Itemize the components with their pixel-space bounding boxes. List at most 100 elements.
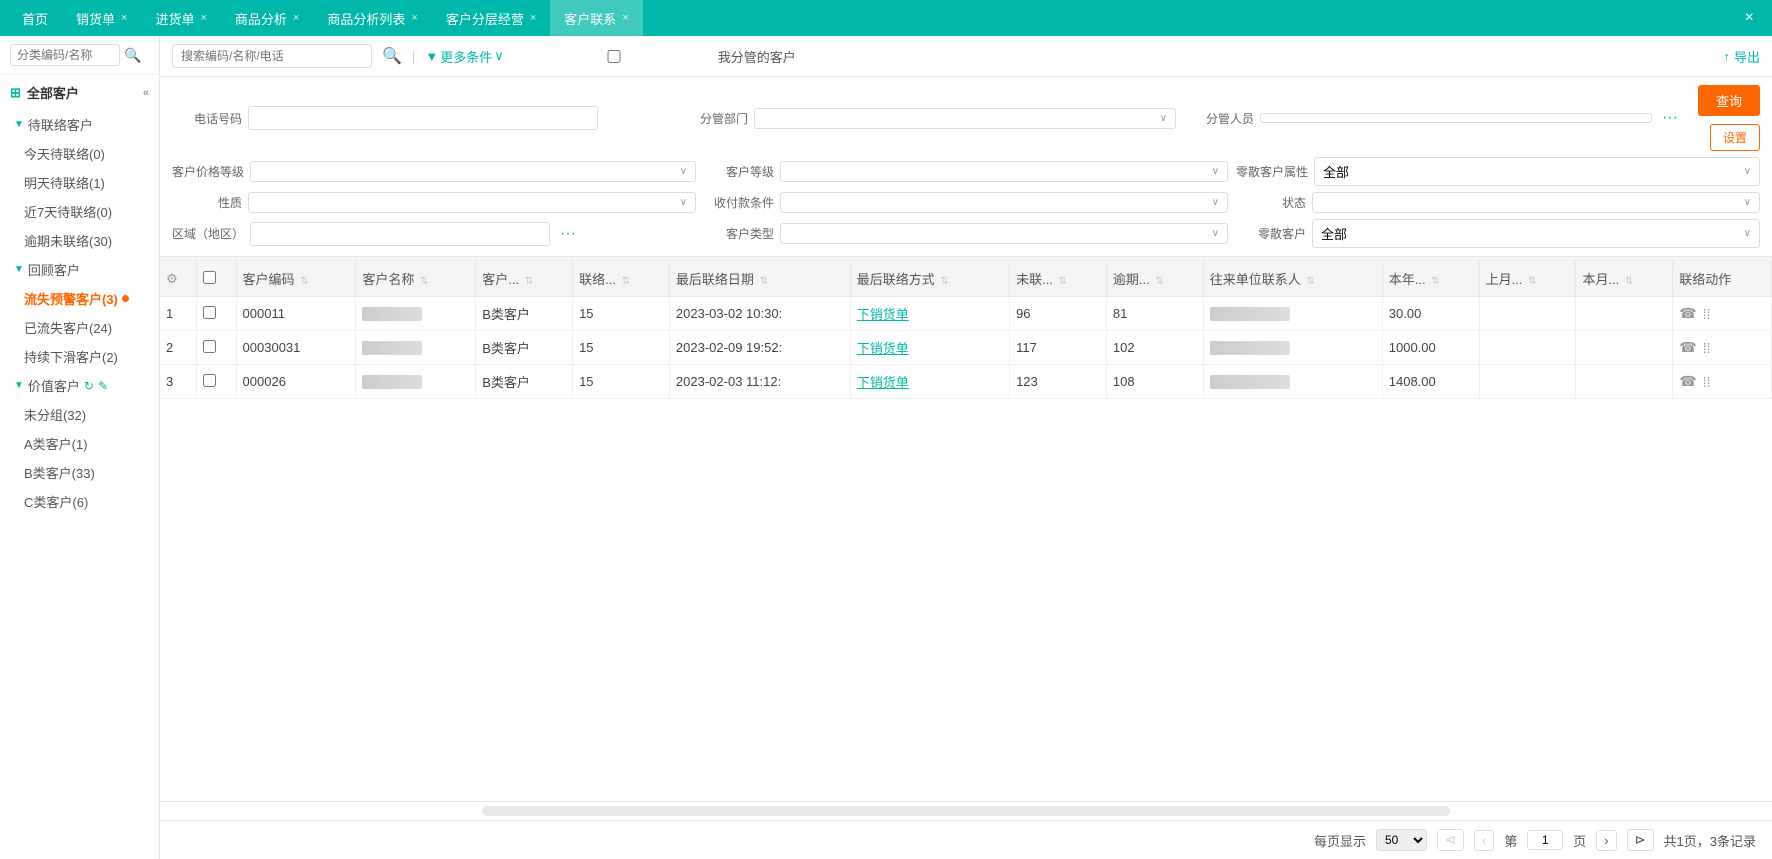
customer-type-select[interactable]: ∨ xyxy=(780,223,1228,244)
horizontal-scrollbar[interactable] xyxy=(482,806,1449,816)
sidebar-item-class-a[interactable]: A类客户(1) xyxy=(0,429,159,458)
col-last-method[interactable]: 最后联络方式 ⇅ xyxy=(850,261,1009,297)
last-method-link-2[interactable]: 下销货单 xyxy=(857,341,909,356)
phone-input[interactable] xyxy=(248,106,598,130)
tab-customer-layer[interactable]: 客户分层经营 × xyxy=(432,0,550,36)
tab-product-list[interactable]: 商品分析列表 × xyxy=(313,0,431,36)
zero-customer-select[interactable]: 全部 ∨ xyxy=(1312,219,1760,248)
sidebar-group-value[interactable]: ▼ 价值客户 ↻ ✎ xyxy=(0,371,159,400)
sidebar-item-class-b[interactable]: B类客户(33) xyxy=(0,458,159,487)
sidebar-group-review[interactable]: ▼ 回顾客户 90天未交易的客户，可能有流失风险。 xyxy=(0,255,159,284)
main-content: 🔍 | ▼ 更多条件 ∨ 我分管的客户 ↑ 导出 电话号码 xyxy=(160,36,1772,859)
sidebar-item-class-c[interactable]: C类客户(6) xyxy=(0,487,159,516)
grid-icon: ⊞ xyxy=(10,85,21,101)
tab-sales[interactable]: 销货单 × xyxy=(62,0,141,36)
close-all-button[interactable]: × xyxy=(1735,9,1764,27)
col-code[interactable]: 客户编码 ⇅ xyxy=(236,261,356,297)
sidebar-item-today[interactable]: 今天待联络(0) xyxy=(0,139,159,168)
col-year[interactable]: 本年... ⇅ xyxy=(1382,261,1479,297)
next-page-button[interactable]: › xyxy=(1596,830,1616,851)
settings-button[interactable]: 设置 xyxy=(1710,124,1760,151)
contact-icon-3[interactable]: ☎ xyxy=(1679,373,1696,390)
sidebar-item-overdue[interactable]: 逾期未联络(30) xyxy=(0,226,159,255)
sort-code-icon: ⇅ xyxy=(300,276,308,287)
tab-customer-layer-close[interactable]: × xyxy=(530,12,536,24)
row-checkbox-3[interactable] xyxy=(203,374,216,387)
col-last-month[interactable]: 上月... ⇅ xyxy=(1479,261,1576,297)
tab-product-list-close[interactable]: × xyxy=(411,12,417,24)
tab-customer-contact-close[interactable]: × xyxy=(622,12,628,24)
filter-field-zero-customer: 零散客户 全部 ∨ xyxy=(1236,219,1760,248)
search-input[interactable] xyxy=(172,44,372,68)
blurred-name-3 xyxy=(362,375,422,389)
sidebar-item-churned[interactable]: 已流失客户(24) xyxy=(0,313,159,342)
sidebar-item-ungrouped[interactable]: 未分组(32) xyxy=(0,400,159,429)
area-dots-icon[interactable]: ··· xyxy=(556,225,580,243)
sidebar-all-customers[interactable]: ⊞ 全部客户 « xyxy=(0,75,159,110)
cell-last-date-2: 2023-02-09 19:52: xyxy=(669,331,850,365)
row-checkbox-2[interactable] xyxy=(203,340,216,353)
last-page-button[interactable]: ⊳ xyxy=(1627,829,1654,851)
tab-customer-contact[interactable]: 客户联系 × xyxy=(550,0,642,36)
search-button[interactable]: 🔍 xyxy=(382,46,402,66)
customer-level-select[interactable]: ∨ xyxy=(780,161,1228,182)
col-last-date[interactable]: 最后联络日期 ⇅ xyxy=(669,261,850,297)
tab-purchase[interactable]: 进货单 × xyxy=(141,0,220,36)
dept-select[interactable]: ∨ xyxy=(754,108,1176,129)
cell-contact-3: 15 xyxy=(573,365,670,399)
nature-select[interactable]: ∨ xyxy=(248,192,696,213)
per-page-select[interactable]: 50 100 200 xyxy=(1376,829,1427,851)
person-dots-icon[interactable]: ··· xyxy=(1658,109,1682,127)
sidebar-group-pending[interactable]: ▼ 待联络客户 xyxy=(0,110,159,139)
cell-this-month-1 xyxy=(1576,297,1673,331)
tab-product-analysis[interactable]: 商品分析 × xyxy=(221,0,313,36)
more-conditions-button[interactable]: ▼ 更多条件 ∨ xyxy=(425,47,503,66)
row-checkbox-1[interactable] xyxy=(203,306,216,319)
cell-unit-contact-2 xyxy=(1203,331,1382,365)
prev-page-button[interactable]: ‹ xyxy=(1474,830,1494,851)
tab-product-analysis-close[interactable]: × xyxy=(293,12,299,24)
col-name[interactable]: 客户名称 ⇅ xyxy=(356,261,476,297)
tab-purchase-close[interactable]: × xyxy=(200,12,206,24)
cell-uncontact-2: 117 xyxy=(1010,331,1107,365)
refresh-icon[interactable]: ↻ xyxy=(84,379,94,393)
first-page-button[interactable]: ⊲ xyxy=(1437,829,1464,851)
last-method-link-3[interactable]: 下销货单 xyxy=(857,375,909,390)
price-level-select[interactable]: ∨ xyxy=(250,161,696,182)
sidebar-search-input[interactable] xyxy=(10,44,120,66)
sidebar-item-declining[interactable]: 持续下滑客户(2) xyxy=(0,342,159,371)
col-overdue[interactable]: 逾期... ⇅ xyxy=(1106,261,1203,297)
payment-select[interactable]: ∨ xyxy=(780,192,1228,213)
col-contact[interactable]: 联络... ⇅ xyxy=(573,261,670,297)
export-button[interactable]: ↑ 导出 xyxy=(1723,47,1760,66)
sidebar-item-tomorrow[interactable]: 明天待联络(1) xyxy=(0,168,159,197)
status-select[interactable]: ∨ xyxy=(1312,192,1760,213)
settings-icon[interactable]: ⚙ xyxy=(166,271,178,287)
tab-sales-close[interactable]: × xyxy=(121,12,127,24)
col-uncontact[interactable]: 未联... ⇅ xyxy=(1010,261,1107,297)
col-this-month[interactable]: 本月... ⇅ xyxy=(1576,261,1673,297)
edit-icon[interactable]: ✎ xyxy=(98,379,108,393)
more-action-icon-3[interactable]: ⁞⁞ xyxy=(1703,374,1711,390)
tab-home[interactable]: 首页 xyxy=(8,0,62,36)
more-action-icon-1[interactable]: ⁞⁞ xyxy=(1703,306,1711,322)
last-method-link-1[interactable]: 下销货单 xyxy=(857,307,909,322)
sidebar-item-7days[interactable]: 近7天待联络(0) xyxy=(0,197,159,226)
select-all-checkbox[interactable] xyxy=(203,271,216,284)
sidebar-item-churn-warning[interactable]: 流失预警客户(3) xyxy=(0,284,159,313)
contact-icon-2[interactable]: ☎ xyxy=(1679,339,1696,356)
contact-icon-1[interactable]: ☎ xyxy=(1679,305,1696,322)
query-button[interactable]: 查询 xyxy=(1698,85,1760,116)
sidebar-search-icon[interactable]: 🔍 xyxy=(124,47,141,64)
sidebar-search-bar: 🔍 xyxy=(0,36,159,75)
cell-last-date-3: 2023-02-03 11:12: xyxy=(669,365,850,399)
my-customers-checkbox-label[interactable]: 我分管的客户 xyxy=(514,47,796,66)
zero-attr-select[interactable]: 全部 ∨ xyxy=(1314,157,1760,186)
my-customers-checkbox[interactable] xyxy=(514,50,714,63)
page-input[interactable] xyxy=(1527,830,1563,850)
col-unit-contact[interactable]: 往来单位联系人 ⇅ xyxy=(1203,261,1382,297)
person-select[interactable] xyxy=(1260,113,1652,123)
more-action-icon-2[interactable]: ⁞⁞ xyxy=(1703,340,1711,356)
col-type[interactable]: 客户... ⇅ xyxy=(476,261,573,297)
area-input[interactable] xyxy=(250,222,550,246)
